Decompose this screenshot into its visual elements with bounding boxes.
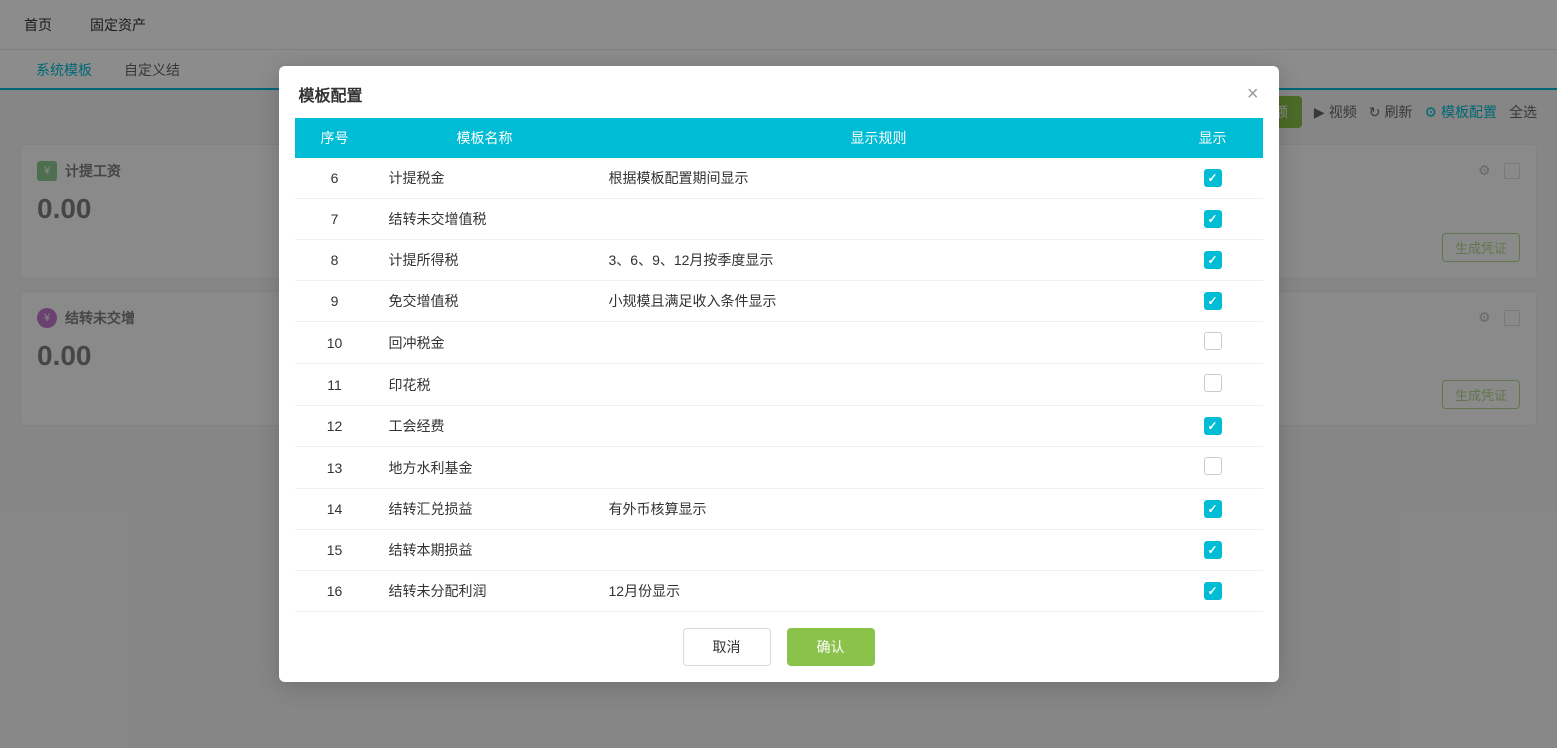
row-checkbox-13[interactable] (1204, 457, 1222, 475)
modal-header: 模板配置 × (279, 66, 1279, 118)
table-body: 6计提税金根据模板配置期间显示7结转未交增值税8计提所得税3、6、9、12月按季… (295, 158, 1263, 612)
cancel-button[interactable]: 取消 (683, 628, 771, 666)
cell-checkbox (1163, 447, 1263, 489)
cell-rule (595, 199, 1163, 240)
cell-num: 15 (295, 530, 375, 571)
cell-checkbox (1163, 406, 1263, 447)
table-header: 序号 模板名称 显示规则 显示 (295, 118, 1263, 158)
cell-name: 计提税金 (375, 158, 595, 199)
confirm-button[interactable]: 确认 (787, 628, 875, 666)
cell-name: 结转未交增值税 (375, 199, 595, 240)
cell-rule (595, 322, 1163, 364)
cell-num: 13 (295, 447, 375, 489)
modal-overlay: 模板配置 × 序号 模板名称 显示规则 显示 6计提税金根据模板配置期间显示7结… (0, 0, 1557, 748)
row-checkbox-10[interactable] (1204, 332, 1222, 350)
cell-name: 计提所得税 (375, 240, 595, 281)
cell-num: 14 (295, 489, 375, 530)
cell-num: 16 (295, 571, 375, 612)
config-table: 序号 模板名称 显示规则 显示 6计提税金根据模板配置期间显示7结转未交增值税8… (295, 118, 1263, 612)
modal-title: 模板配置 (299, 82, 363, 106)
col-header-rule: 显示规则 (595, 118, 1163, 158)
cell-num: 11 (295, 364, 375, 406)
table-row: 10回冲税金 (295, 322, 1263, 364)
table-row: 15结转本期损益 (295, 530, 1263, 571)
cell-rule: 根据模板配置期间显示 (595, 158, 1163, 199)
cell-num: 8 (295, 240, 375, 281)
col-header-num: 序号 (295, 118, 375, 158)
cell-rule: 有外币核算显示 (595, 489, 1163, 530)
table-row: 6计提税金根据模板配置期间显示 (295, 158, 1263, 199)
table-row: 11印花税 (295, 364, 1263, 406)
cell-name: 工会经费 (375, 406, 595, 447)
cell-rule (595, 406, 1163, 447)
cell-num: 10 (295, 322, 375, 364)
row-checkbox-9[interactable] (1204, 292, 1222, 310)
modal-close-button[interactable]: × (1247, 84, 1259, 104)
cell-checkbox (1163, 322, 1263, 364)
col-header-name: 模板名称 (375, 118, 595, 158)
cell-checkbox (1163, 281, 1263, 322)
cell-checkbox (1163, 240, 1263, 281)
cell-num: 7 (295, 199, 375, 240)
cell-name: 地方水利基金 (375, 447, 595, 489)
row-checkbox-16[interactable] (1204, 582, 1222, 600)
modal-body: 序号 模板名称 显示规则 显示 6计提税金根据模板配置期间显示7结转未交增值税8… (279, 118, 1279, 612)
cell-checkbox (1163, 158, 1263, 199)
cell-rule (595, 364, 1163, 406)
cell-checkbox (1163, 364, 1263, 406)
row-checkbox-14[interactable] (1204, 500, 1222, 518)
cell-num: 12 (295, 406, 375, 447)
row-checkbox-7[interactable] (1204, 210, 1222, 228)
cell-rule: 3、6、9、12月按季度显示 (595, 240, 1163, 281)
col-header-display: 显示 (1163, 118, 1263, 158)
cell-checkbox (1163, 199, 1263, 240)
cell-checkbox (1163, 571, 1263, 612)
cell-name: 结转汇兑损益 (375, 489, 595, 530)
cell-checkbox (1163, 489, 1263, 530)
row-checkbox-15[interactable] (1204, 541, 1222, 559)
row-checkbox-6[interactable] (1204, 169, 1222, 187)
cell-name: 印花税 (375, 364, 595, 406)
cell-name: 结转本期损益 (375, 530, 595, 571)
row-checkbox-8[interactable] (1204, 251, 1222, 269)
row-checkbox-12[interactable] (1204, 417, 1222, 435)
table-row: 12工会经费 (295, 406, 1263, 447)
cell-name: 免交增值税 (375, 281, 595, 322)
cell-num: 9 (295, 281, 375, 322)
cell-name: 结转未分配利润 (375, 571, 595, 612)
cell-rule: 12月份显示 (595, 571, 1163, 612)
cell-checkbox (1163, 530, 1263, 571)
cell-rule: 小规模且满足收入条件显示 (595, 281, 1163, 322)
cell-rule (595, 447, 1163, 489)
cell-rule (595, 530, 1163, 571)
modal-footer: 取消 确认 (279, 612, 1279, 682)
table-row: 9免交增值税小规模且满足收入条件显示 (295, 281, 1263, 322)
table-row: 16结转未分配利润12月份显示 (295, 571, 1263, 612)
table-row: 7结转未交增值税 (295, 199, 1263, 240)
table-row: 13地方水利基金 (295, 447, 1263, 489)
row-checkbox-11[interactable] (1204, 374, 1222, 392)
table-row: 8计提所得税3、6、9、12月按季度显示 (295, 240, 1263, 281)
cell-num: 6 (295, 158, 375, 199)
cell-name: 回冲税金 (375, 322, 595, 364)
modal-template-config: 模板配置 × 序号 模板名称 显示规则 显示 6计提税金根据模板配置期间显示7结… (279, 66, 1279, 682)
table-row: 14结转汇兑损益有外币核算显示 (295, 489, 1263, 530)
